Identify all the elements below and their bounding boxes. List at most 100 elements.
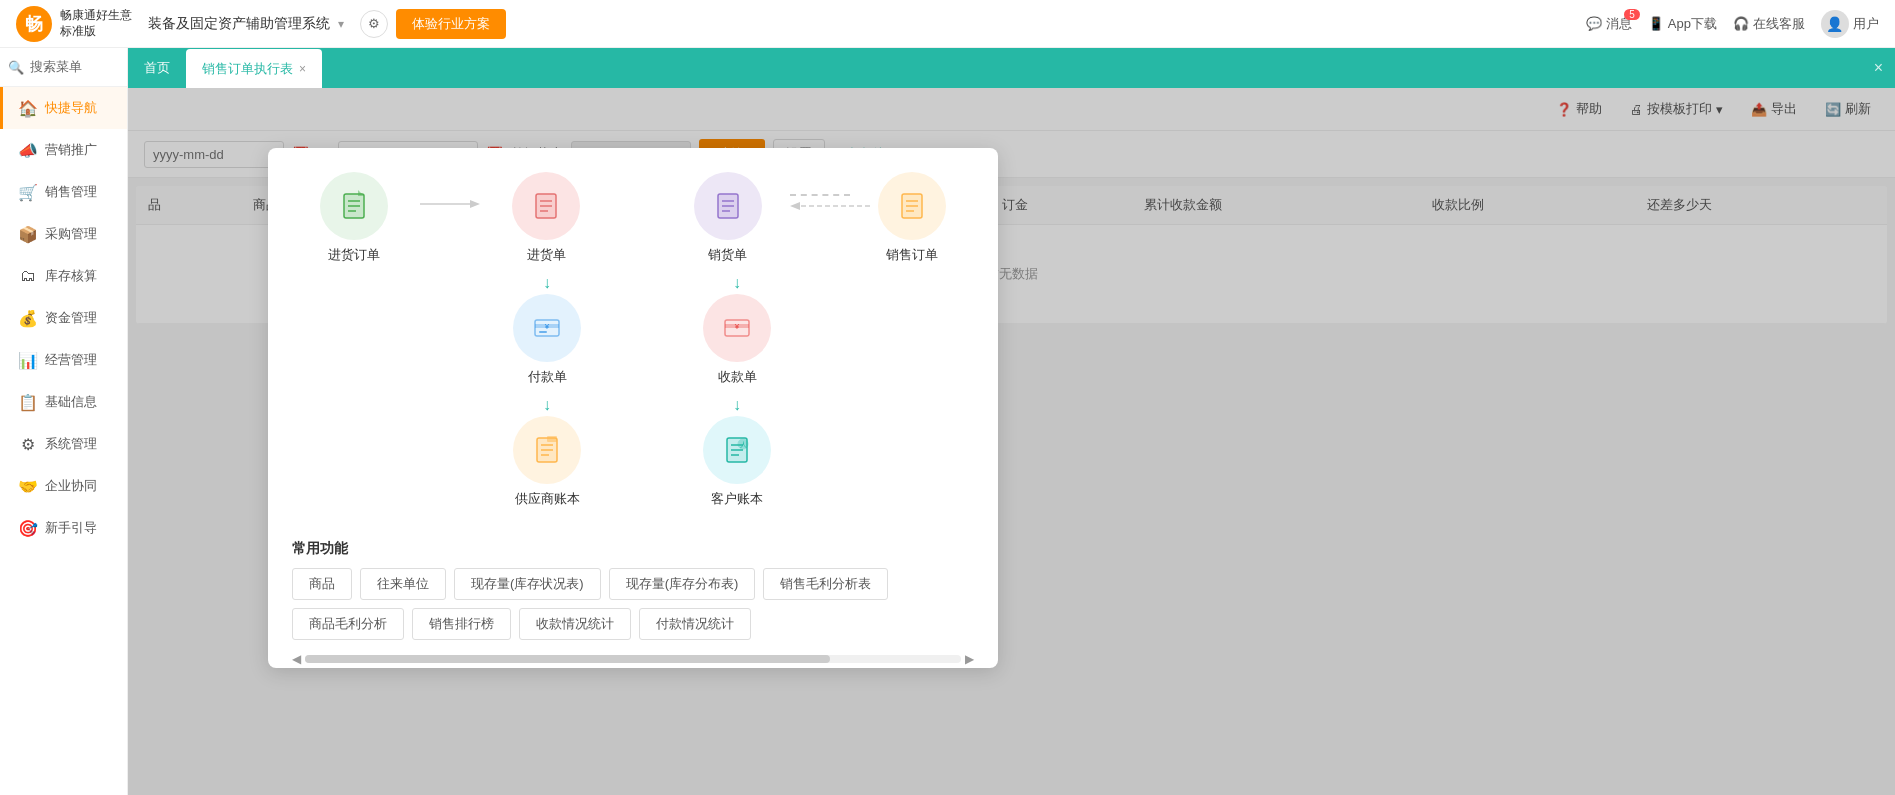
sales-icon: 🛒: [19, 183, 37, 201]
node-sales-order[interactable]: 销售订单: [850, 172, 974, 264]
tab-home[interactable]: 首页: [128, 48, 186, 88]
scrollbar-thumb[interactable]: [305, 655, 830, 663]
node-supplier-ledger-label: 供应商账本: [515, 490, 580, 508]
sidebar-item-operation[interactable]: 📊 经营管理: [0, 339, 127, 381]
purchase-icon: 📦: [19, 225, 37, 243]
sidebar-item-guide[interactable]: 🎯 新手引导: [0, 507, 127, 549]
node-purchase-order[interactable]: 进货订单: [292, 172, 416, 264]
svg-text:¥: ¥: [734, 322, 740, 331]
svg-rect-26: [539, 331, 547, 333]
experience-button[interactable]: 体验行业方案: [396, 9, 506, 39]
finance-icon: 💰: [19, 309, 37, 327]
sidebar-item-inventory[interactable]: 🗂 库存核算: [0, 255, 127, 297]
func-receipt-stats[interactable]: 收款情况统计: [519, 608, 631, 640]
purchase-order-circle: [320, 172, 388, 240]
node-purchase-bill-label: 进货单: [527, 246, 566, 264]
node-purchase-bill[interactable]: 进货单: [484, 172, 608, 264]
flow-row-3: 供应商账本: [292, 416, 974, 508]
top-right: 💬 消息 5 📱 App下载 🎧 在线客服 👤 用户: [1586, 10, 1879, 38]
down-arrows-row-2: ↓ ↓: [292, 394, 974, 416]
system-dropdown-arrow[interactable]: ▾: [338, 17, 344, 31]
flow-row-2: ¥ 付款单: [292, 294, 974, 386]
func-payment-stats[interactable]: 付款情况统计: [639, 608, 751, 640]
func-product[interactable]: 商品: [292, 568, 352, 600]
svg-marker-18: [790, 202, 800, 210]
common-title: 常用功能: [292, 540, 974, 558]
dashed-arrow-back: [790, 194, 850, 219]
node-payment[interactable]: ¥ 付款单: [482, 294, 612, 386]
logo-icon: 畅: [16, 6, 52, 42]
payment-circle: ¥: [513, 294, 581, 362]
collab-icon: 🤝: [19, 477, 37, 495]
sidebar-item-marketing[interactable]: 📣 营销推广: [0, 129, 127, 171]
marketing-icon: 📣: [19, 141, 37, 159]
guide-icon: 🎯: [19, 519, 37, 537]
message-icon: 💬: [1586, 16, 1602, 31]
func-product-gross[interactable]: 商品毛利分析: [292, 608, 404, 640]
func-sales-rank[interactable]: 销售排行榜: [412, 608, 511, 640]
avatar: 👤: [1821, 10, 1849, 38]
func-contacts[interactable]: 往来单位: [360, 568, 446, 600]
func-sales-gross[interactable]: 销售毛利分析表: [763, 568, 888, 600]
gear-button[interactable]: ⚙: [360, 10, 388, 38]
receipt-circle: ¥: [703, 294, 771, 362]
scrollbar-track[interactable]: [305, 655, 961, 663]
tab-bar: 首页 销售订单执行表 × ×: [128, 48, 1895, 88]
sidebar: 🔍 搜索菜单 🏠 快捷导航 📣 营销推广 🛒 销售管理 📦 采购管理 🗂: [0, 48, 128, 795]
customer-ledger-circle: 人: [703, 416, 771, 484]
purchase-bill-circle: [512, 172, 580, 240]
message-button[interactable]: 💬 消息 5: [1586, 15, 1632, 33]
node-customer-ledger[interactable]: 人 客户账本: [672, 416, 802, 508]
message-badge: 5: [1624, 9, 1640, 20]
top-bar: 畅 畅康通好生意 标准版 装备及固定资产辅助管理系统 ▾ ⚙ 体验行业方案 💬 …: [0, 0, 1895, 48]
search-icon: 🔍: [8, 60, 24, 75]
node-purchase-order-label: 进货订单: [328, 246, 380, 264]
tab-sales-order[interactable]: 销售订单执行表 ×: [186, 49, 322, 89]
arrow-h-1: [420, 194, 480, 243]
online-service-button[interactable]: 🎧 在线客服: [1733, 15, 1805, 33]
function-grid: 商品 往来单位 现存量(库存状况表) 现存量(库存分布表) 销售毛利分析表 商品…: [292, 568, 974, 640]
sales-order-circle: [878, 172, 946, 240]
sidebar-item-collab[interactable]: 🤝 企业协同: [0, 465, 127, 507]
sidebar-item-purchase[interactable]: 📦 采购管理: [0, 213, 127, 255]
flow-row-1: 进货订单: [292, 172, 974, 264]
window-close-icon[interactable]: ×: [1874, 59, 1883, 77]
logo-text: 畅康通好生意 标准版: [60, 8, 132, 39]
node-payment-label: 付款单: [528, 368, 567, 386]
logo-area: 畅 畅康通好生意 标准版: [16, 6, 132, 42]
system-title: 装备及固定资产辅助管理系统: [148, 15, 330, 33]
operation-icon: 📊: [19, 351, 37, 369]
search-menu[interactable]: 🔍 搜索菜单: [0, 48, 127, 87]
down-arrow-receipt: ↓: [672, 274, 802, 292]
node-receipt[interactable]: ¥ 收款单: [672, 294, 802, 386]
tab-close-icon[interactable]: ×: [299, 62, 306, 76]
node-sales-bill[interactable]: 销货单: [666, 172, 790, 264]
common-functions: 常用功能 商品 往来单位 现存量(库存状况表) 现存量(库存分布表) 销售毛利分…: [292, 540, 974, 640]
down-arrows-row: ↓ ↓: [292, 272, 974, 294]
node-supplier-ledger[interactable]: 供应商账本: [482, 416, 612, 508]
sidebar-item-sales[interactable]: 🛒 销售管理: [0, 171, 127, 213]
svg-marker-6: [470, 200, 480, 208]
sidebar-item-finance[interactable]: 💰 资金管理: [0, 297, 127, 339]
sidebar-item-quick-nav[interactable]: 🏠 快捷导航: [0, 87, 127, 129]
scroll-right-icon[interactable]: ▶: [965, 652, 974, 666]
sidebar-item-system[interactable]: ⚙ 系统管理: [0, 423, 127, 465]
popup-overlay[interactable]: 进货订单: [128, 88, 1895, 795]
svg-text:¥: ¥: [544, 322, 550, 331]
inventory-icon: 🗂: [19, 267, 37, 285]
system-icon: ⚙: [19, 435, 37, 453]
app-download-button[interactable]: 📱 App下载: [1648, 15, 1717, 33]
func-stock-status[interactable]: 现存量(库存状况表): [454, 568, 601, 600]
home-icon: 🏠: [19, 99, 37, 117]
node-sales-bill-label: 销货单: [708, 246, 747, 264]
sidebar-item-basic[interactable]: 📋 基础信息: [0, 381, 127, 423]
scroll-left-icon[interactable]: ◀: [292, 652, 301, 666]
mobile-icon: 📱: [1648, 16, 1664, 31]
supplier-ledger-circle: [513, 416, 581, 484]
svg-rect-36: [547, 436, 557, 442]
func-stock-dist[interactable]: 现存量(库存分布表): [609, 568, 756, 600]
content-area: 首页 销售订单执行表 × × ❓ 帮助: [128, 48, 1895, 795]
user-menu[interactable]: 👤 用户: [1821, 10, 1879, 38]
svg-text:人: 人: [740, 441, 747, 449]
popup-scrollbar: ◀ ▶: [292, 652, 974, 666]
